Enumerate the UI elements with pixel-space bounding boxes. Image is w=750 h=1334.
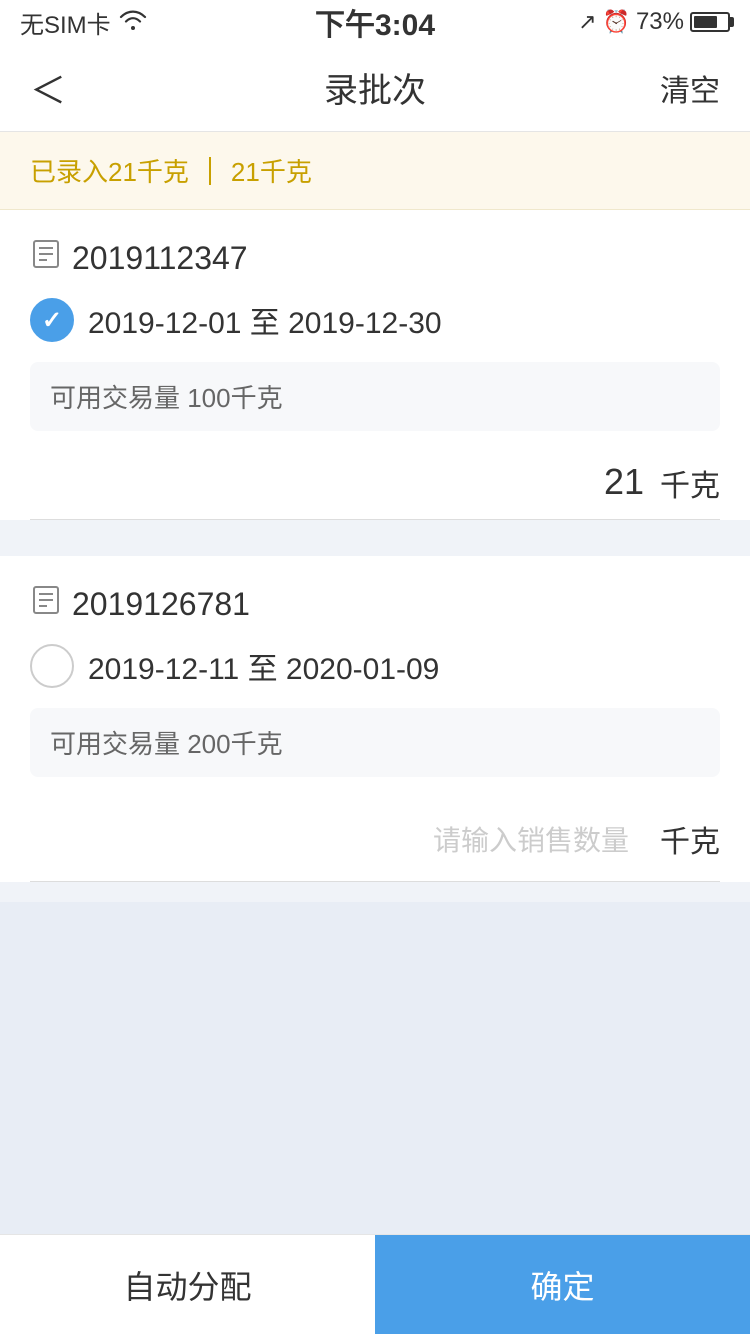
batch-1-quantity: 21	[604, 461, 644, 505]
batch-card-1: 2019112347 2019-12-01 至 2019-12-30 可用交易量…	[0, 210, 750, 520]
batch-card-2: 2019126781 2019-12-11 至 2020-01-09 可用交易量…	[0, 556, 750, 882]
auto-distribute-button[interactable]: 自动分配	[0, 1235, 375, 1334]
batch-2-icon	[30, 584, 62, 624]
batch-2-input-row: 千克	[0, 797, 750, 881]
batch-1-date: 2019-12-01 至 2019-12-30	[88, 298, 442, 342]
batch-1-checkbox[interactable]	[30, 298, 74, 342]
batch-1-number: 2019112347	[72, 240, 248, 277]
back-button[interactable]: ＜	[30, 62, 66, 114]
batch-1-qty-row: 21 千克	[0, 451, 750, 505]
amount-label: 21千克	[231, 152, 312, 189]
batch-2-number: 2019126781	[72, 586, 250, 623]
batch-2-unit: 千克	[660, 817, 720, 861]
batch-1-unit: 千克	[660, 461, 720, 505]
footer: 自动分配 确定	[0, 1234, 750, 1334]
batch-1-divider	[30, 519, 720, 520]
batch-2-header: 2019126781	[0, 556, 750, 634]
recorded-label: 已录入21千克	[30, 152, 189, 189]
batch-2-divider	[30, 881, 720, 882]
clear-button[interactable]: 清空	[660, 66, 720, 110]
batch-2-checkbox[interactable]	[30, 644, 74, 688]
batch-1-available: 可用交易量 100千克	[30, 362, 720, 431]
quantity-input[interactable]	[344, 821, 644, 858]
battery-pct-label: 73%	[636, 8, 684, 36]
info-divider	[209, 157, 211, 185]
nav-bar: ＜ 录批次 清空	[0, 44, 750, 132]
carrier-label: 无SIM卡	[20, 5, 111, 40]
status-time: 下午3:04	[315, 0, 435, 44]
location-icon: ↗	[578, 9, 596, 35]
batch-2-date: 2019-12-11 至 2020-01-09	[88, 644, 439, 688]
batch-1-header: 2019112347	[0, 210, 750, 288]
batch-1-icon	[30, 238, 62, 278]
section-divider	[0, 540, 750, 556]
page-title: 录批次	[324, 63, 426, 112]
batch-2-available: 可用交易量 200千克	[30, 708, 720, 777]
alarm-icon: ⏰	[603, 9, 630, 35]
batch-2-date-row: 2019-12-11 至 2020-01-09	[0, 634, 750, 698]
battery-icon	[690, 12, 730, 32]
status-left: 无SIM卡	[20, 5, 147, 40]
status-bar: 无SIM卡 下午3:04 ↗ ⏰ 73%	[0, 0, 750, 44]
status-right: ↗ ⏰ 73%	[578, 8, 730, 36]
wifi-icon	[119, 8, 147, 37]
batch-1-date-row: 2019-12-01 至 2019-12-30	[0, 288, 750, 352]
confirm-button[interactable]: 确定	[375, 1235, 750, 1334]
info-banner: 已录入21千克 21千克	[0, 132, 750, 210]
